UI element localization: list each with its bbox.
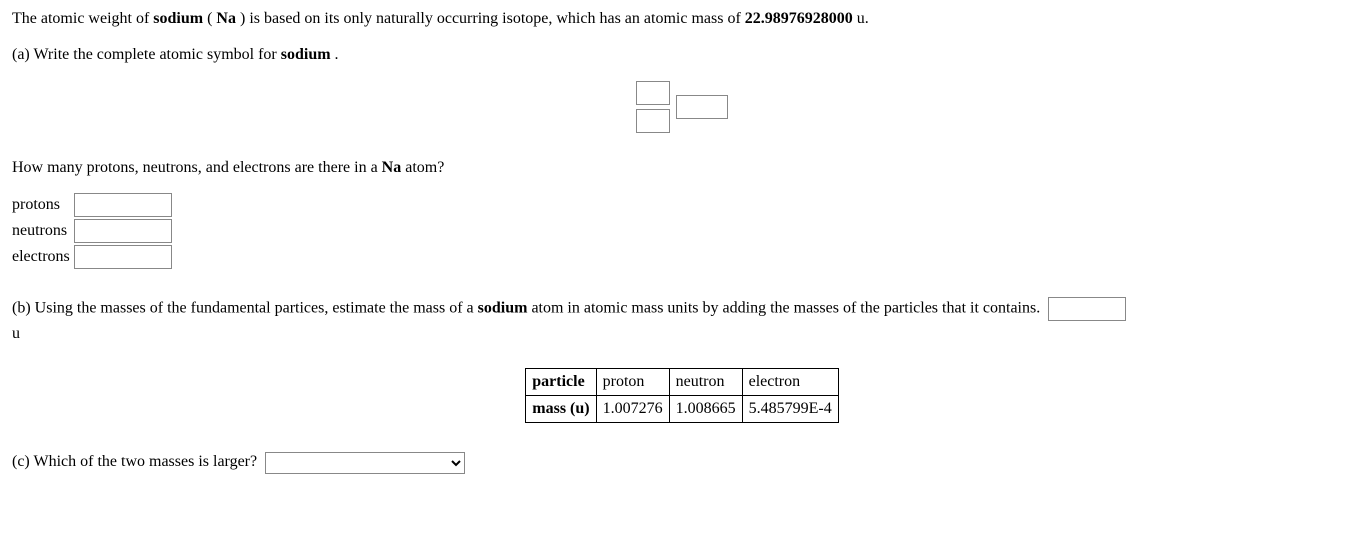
electrons-label: electrons [12, 246, 70, 268]
subq-prompt: How many protons, neutrons, and electron… [12, 157, 1352, 179]
protons-row: protons [12, 193, 1352, 217]
part-a-t1: (a) Write the complete atomic symbol for [12, 46, 281, 63]
part-c-t1: (c) Which of the two masses is larger? [12, 453, 257, 470]
part-a-b1: sodium [281, 46, 331, 63]
element-symbol-input[interactable] [676, 95, 728, 119]
neutrons-input[interactable] [74, 219, 172, 243]
table-value-proton: 1.007276 [596, 395, 669, 422]
subq-t2: atom? [401, 159, 444, 176]
table-row: mass (u) 1.007276 1.008665 5.485799E-4 [526, 395, 838, 422]
intro-b1: sodium [153, 10, 203, 27]
part-b-unit: u [12, 325, 20, 342]
intro-t1: The atomic weight of [12, 10, 153, 27]
part-b-b1: sodium [478, 300, 528, 317]
protons-input[interactable] [74, 193, 172, 217]
part-b-t2: atom in atomic mass units by adding the … [527, 300, 1040, 317]
subq-t1: How many protons, neutrons, and electron… [12, 159, 382, 176]
atomic-number-input[interactable] [636, 109, 670, 133]
intro-t4: u. [853, 10, 869, 27]
particle-mass-table: particle proton neutron electron mass (u… [525, 368, 838, 424]
table-header-particle: particle [526, 368, 596, 395]
part-b-t1: (b) Using the masses of the fundamental … [12, 300, 478, 317]
table-value-electron: 5.485799E-4 [742, 395, 838, 422]
intro-text: The atomic weight of sodium ( Na ) is ba… [12, 8, 1352, 30]
protons-label: protons [12, 194, 70, 216]
table-header-electron: electron [742, 368, 838, 395]
part-a-t2: . [331, 46, 339, 63]
part-a-prompt: (a) Write the complete atomic symbol for… [12, 44, 1352, 66]
electrons-input[interactable] [74, 245, 172, 269]
part-c-prompt-line: (c) Which of the two masses is larger? [12, 451, 1352, 473]
subq-b1: Na [382, 159, 402, 176]
atomic-symbol-input-group [12, 81, 1352, 133]
table-header-neutron: neutron [669, 368, 742, 395]
electrons-row: electrons [12, 245, 1352, 269]
intro-b3: 22.98976928000 [745, 10, 853, 27]
intro-t2: ( [203, 10, 216, 27]
neutrons-label: neutrons [12, 220, 70, 242]
table-value-neutron: 1.008665 [669, 395, 742, 422]
table-rowlabel-mass: mass (u) [526, 395, 596, 422]
table-row: particle proton neutron electron [526, 368, 838, 395]
table-header-proton: proton [596, 368, 669, 395]
part-c-select[interactable] [265, 452, 465, 474]
mass-number-input[interactable] [636, 81, 670, 105]
intro-t3: ) is based on its only naturally occurri… [236, 10, 745, 27]
intro-b2: Na [216, 10, 236, 27]
neutrons-row: neutrons [12, 219, 1352, 243]
part-b-mass-input[interactable] [1048, 297, 1126, 321]
part-b-prompt-line: (b) Using the masses of the fundamental … [12, 297, 1352, 345]
